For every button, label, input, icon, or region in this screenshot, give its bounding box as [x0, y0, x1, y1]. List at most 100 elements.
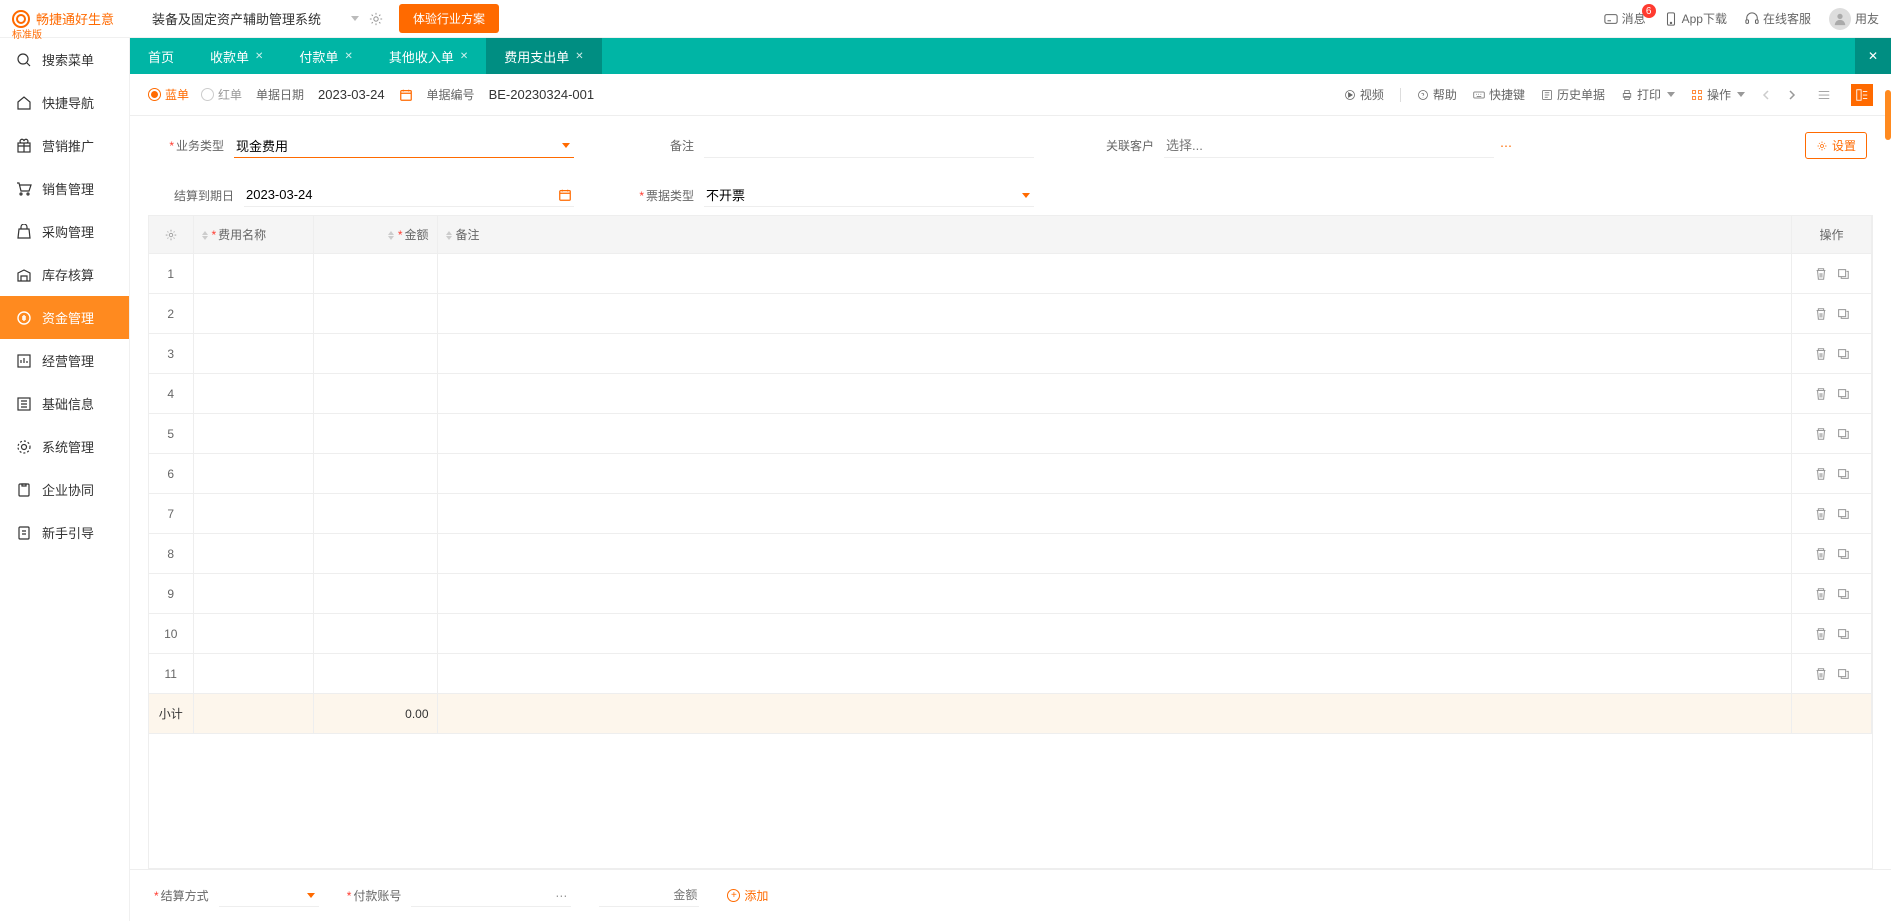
copy-icon[interactable] [1836, 267, 1850, 281]
doc-code-value: BE-20230324-001 [489, 87, 595, 102]
tab-other-income[interactable]: 其他收入单✕ [371, 38, 486, 74]
table-row[interactable]: 11 [149, 654, 1872, 694]
help-link[interactable]: 帮助 [1417, 86, 1457, 103]
table-row[interactable]: 10 [149, 614, 1872, 654]
table-row[interactable]: 6 [149, 454, 1872, 494]
gear-icon[interactable] [369, 12, 383, 26]
sidebar-item-business[interactable]: 经营管理 [0, 339, 129, 382]
sidebar-item-quicknav[interactable]: 快捷导航 [0, 81, 129, 124]
table-row[interactable]: 5 [149, 414, 1872, 454]
calendar-icon[interactable] [558, 188, 572, 202]
next-icon[interactable] [1787, 90, 1797, 100]
customer-select[interactable] [1164, 134, 1494, 158]
table-row[interactable]: 4 [149, 374, 1872, 414]
sidebar-item-marketing[interactable]: 营销推广 [0, 124, 129, 167]
delete-icon[interactable] [1814, 587, 1828, 601]
print-button[interactable]: 打印 [1621, 86, 1675, 103]
video-link[interactable]: 视频 [1344, 86, 1384, 103]
operate-button[interactable]: 操作 [1691, 86, 1745, 103]
delete-icon[interactable] [1814, 267, 1828, 281]
copy-icon[interactable] [1836, 547, 1850, 561]
close-all-button[interactable]: ✕ [1855, 38, 1891, 74]
more-icon[interactable]: ⋯ [555, 889, 569, 903]
sidebar-item-system[interactable]: 系统管理 [0, 425, 129, 468]
copy-icon[interactable] [1836, 667, 1850, 681]
delete-icon[interactable] [1814, 387, 1828, 401]
sidebar-item-collab[interactable]: 企业协同 [0, 468, 129, 511]
subtotal-label: 小计 [149, 694, 193, 734]
tab-payment[interactable]: 付款单✕ [281, 38, 370, 74]
delete-icon[interactable] [1814, 347, 1828, 361]
calendar-icon[interactable] [399, 88, 413, 102]
warehouse-icon [16, 267, 32, 283]
due-date-input[interactable] [244, 183, 574, 207]
close-icon[interactable]: ✕ [255, 51, 263, 62]
copy-icon[interactable] [1836, 507, 1850, 521]
sidebar-item-search[interactable]: 搜索菜单 [0, 38, 129, 81]
delete-icon[interactable] [1814, 507, 1828, 521]
plus-icon: + [727, 889, 740, 902]
table-row[interactable]: 2 [149, 294, 1872, 334]
tab-home[interactable]: 首页 [130, 38, 192, 74]
add-row-button[interactable]: + 添加 [727, 887, 768, 904]
copy-icon[interactable] [1836, 347, 1850, 361]
copy-icon[interactable] [1836, 627, 1850, 641]
col-expense-name[interactable]: 费用名称 [193, 216, 313, 254]
copy-icon[interactable] [1836, 387, 1850, 401]
delete-icon[interactable] [1814, 467, 1828, 481]
biz-type-select[interactable] [234, 134, 574, 158]
amount-input[interactable] [599, 884, 699, 907]
view-detail-button[interactable] [1851, 84, 1873, 106]
history-link[interactable]: 历史单据 [1541, 86, 1605, 103]
user-menu[interactable]: 用友 [1829, 8, 1879, 30]
pay-account-select[interactable] [411, 884, 571, 907]
remark-input[interactable] [704, 134, 1034, 158]
system-selector[interactable]: 装备及固定资产辅助管理系统 [152, 9, 321, 28]
table-row[interactable]: 7 [149, 494, 1872, 534]
support-link[interactable]: 在线客服 [1745, 10, 1811, 27]
chevron-down-icon [1022, 193, 1030, 198]
col-amount[interactable]: 金额 [313, 216, 437, 254]
chevron-down-icon[interactable] [351, 16, 359, 21]
table-row[interactable]: 8 [149, 534, 1872, 574]
settings-button[interactable]: 设置 [1805, 132, 1867, 159]
tab-receipt[interactable]: 收款单✕ [192, 38, 281, 74]
delete-icon[interactable] [1814, 427, 1828, 441]
sidebar-item-inventory[interactable]: 库存核算 [0, 253, 129, 296]
tabbar: 首页 收款单✕ 付款单✕ 其他收入单✕ 费用支出单✕ ✕ [130, 38, 1891, 74]
table-row[interactable]: 9 [149, 574, 1872, 614]
table-row[interactable]: 3 [149, 334, 1872, 374]
copy-icon[interactable] [1836, 307, 1850, 321]
view-list-button[interactable] [1813, 84, 1835, 106]
delete-icon[interactable] [1814, 667, 1828, 681]
cta-button[interactable]: 体验行业方案 [399, 4, 499, 33]
sidebar-item-sales[interactable]: 销售管理 [0, 167, 129, 210]
doc-date-value[interactable]: 2023-03-24 [318, 87, 385, 102]
prev-icon[interactable] [1761, 90, 1771, 100]
app-download-link[interactable]: App下载 [1664, 10, 1727, 27]
shortcut-link[interactable]: 快捷键 [1473, 86, 1525, 103]
delete-icon[interactable] [1814, 627, 1828, 641]
close-icon[interactable]: ✕ [460, 51, 468, 62]
sidebar-item-purchase[interactable]: 采购管理 [0, 210, 129, 253]
close-icon[interactable]: ✕ [575, 51, 583, 62]
more-icon[interactable]: ⋯ [1500, 139, 1514, 153]
radio-red-order[interactable]: 红单 [201, 86, 242, 103]
sidebar-item-guide[interactable]: 新手引导 [0, 511, 129, 554]
sidebar-item-finance[interactable]: 资金管理 [0, 296, 129, 339]
messages-link[interactable]: 消息 6 [1604, 10, 1646, 27]
delete-icon[interactable] [1814, 307, 1828, 321]
col-remark[interactable]: 备注 [437, 216, 1792, 254]
settle-method-select[interactable] [219, 884, 319, 907]
copy-icon[interactable] [1836, 467, 1850, 481]
tab-expense[interactable]: 费用支出单✕ [486, 38, 601, 74]
sidebar-item-basedata[interactable]: 基础信息 [0, 382, 129, 425]
invoice-select[interactable] [704, 183, 1034, 207]
delete-icon[interactable] [1814, 547, 1828, 561]
table-row[interactable]: 1 [149, 254, 1872, 294]
copy-icon[interactable] [1836, 587, 1850, 601]
close-icon[interactable]: ✕ [344, 51, 352, 62]
col-gear[interactable] [149, 216, 193, 254]
copy-icon[interactable] [1836, 427, 1850, 441]
radio-blue-order[interactable]: 蓝单 [148, 86, 189, 103]
